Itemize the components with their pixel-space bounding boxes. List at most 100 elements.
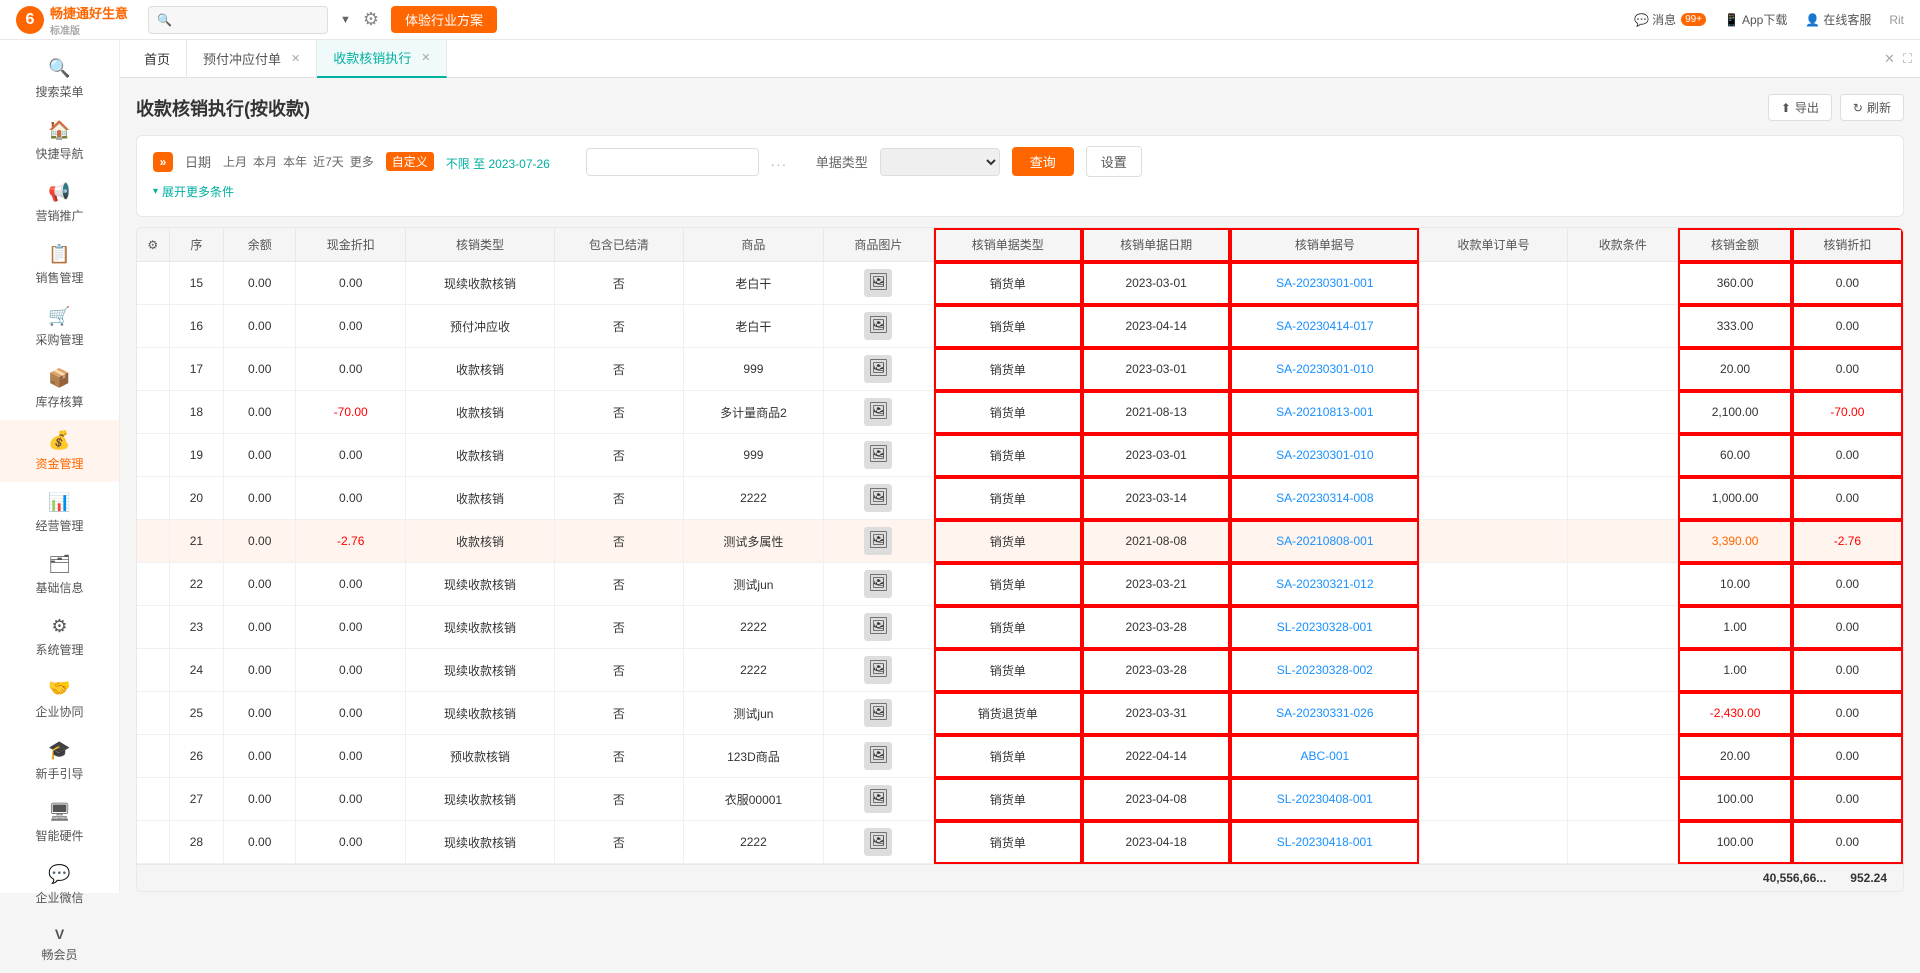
tab-home-label: 首页 [144, 49, 170, 68]
sidebar-item-operation[interactable]: 📊 经营管理 [0, 482, 119, 544]
bill-type-select[interactable] [880, 148, 1000, 176]
app-logo: 6 畅捷通好生意 标准版 [16, 3, 136, 37]
sidebar-item-hardware[interactable]: 🖥 智能硬件 [0, 792, 119, 854]
goods-image: 🖼 [864, 312, 892, 340]
goods-image: 🖼 [864, 828, 892, 856]
close-all-icon[interactable]: ✕ [1884, 51, 1895, 67]
date-7days[interactable]: 近7天 [313, 153, 344, 170]
goods-image: 🖼 [864, 785, 892, 813]
bill-no-link[interactable]: SA-20230331-026 [1276, 706, 1373, 720]
bill-type-label: 单据类型 [816, 152, 868, 171]
online-service-label: 在线客服 [1823, 11, 1871, 28]
tab-prepay-label: 预付冲应付单 [203, 49, 281, 68]
sidebar-item-system[interactable]: ⚙ 系统管理 [0, 606, 119, 668]
sidebar-item-member[interactable]: V 畅会员 [0, 916, 119, 973]
tab-prepay[interactable]: 预付冲应付单 ✕ [187, 40, 317, 78]
sidebar-label: 搜索菜单 [35, 83, 83, 100]
sidebar-item-inventory[interactable]: 📦 库存核算 [0, 358, 119, 420]
guide-icon: 🎓 [48, 740, 70, 761]
date-range-row: 不限 至 2023-07-26 [446, 155, 550, 172]
th-included-settled: 包含已结清 [554, 228, 683, 262]
date-last-month[interactable]: 上月 [223, 153, 247, 170]
date-custom[interactable]: 自定义 [386, 152, 434, 171]
megaphone-icon: 📢 [48, 182, 70, 203]
sidebar-label: 采购管理 [35, 331, 83, 348]
gear-icon[interactable]: ⚙ [363, 9, 379, 30]
goods-image: 🖼 [864, 742, 892, 770]
table-row: 260.000.00预收款核销否123D商品🖼销货单2022-04-14ABC-… [137, 735, 1903, 778]
tab-bar-right: ✕ ⛶ [1884, 51, 1912, 67]
goods-image: 🖼 [864, 441, 892, 469]
bill-no-link[interactable]: SA-20230301-010 [1276, 448, 1373, 462]
sidebar-label: 系统管理 [35, 641, 83, 658]
bill-no-link[interactable]: SL-20230408-001 [1277, 792, 1373, 806]
top-search[interactable]: 🔍 [148, 6, 328, 34]
logo-icon: 6 [16, 6, 44, 34]
cart-icon: 🛒 [48, 306, 70, 327]
date-range: 不限 至 2023-07-26 [446, 157, 550, 171]
tab-receipt[interactable]: 收款核销执行 ✕ [317, 40, 447, 78]
sidebar-label: 基础信息 [35, 579, 83, 596]
sidebar-label: 智能硬件 [35, 827, 83, 844]
table-row: 160.000.00预付冲应收否老白干🖼销货单2023-04-14SA-2023… [137, 305, 1903, 348]
date-more[interactable]: 更多 [350, 153, 374, 170]
solution-button[interactable]: 体验行业方案 [391, 6, 497, 33]
expand-more-btn[interactable]: ▾ 展开更多条件 [153, 183, 1887, 200]
expand-icon[interactable]: ⛶ [1903, 51, 1912, 67]
sidebar-item-quicknav[interactable]: 🏠 快捷导航 [0, 110, 119, 172]
page-content: 收款核销执行(按收款) ⬆ 导出 ↻ 刷新 » 日期 [120, 78, 1920, 893]
export-button[interactable]: ⬆ 导出 [1768, 94, 1832, 121]
tab-receipt-close[interactable]: ✕ [421, 51, 430, 64]
goods-image: 🖼 [864, 355, 892, 383]
refresh-icon: ↻ [1853, 101, 1863, 115]
date-this-year[interactable]: 本年 [283, 153, 307, 170]
bill-no-link[interactable]: SA-20210813-001 [1276, 405, 1373, 419]
tab-prepay-close[interactable]: ✕ [291, 52, 300, 65]
bill-no-link[interactable]: SA-20230414-017 [1276, 319, 1373, 333]
bill-no-link[interactable]: ABC-001 [1300, 749, 1349, 763]
chart-icon: 📊 [48, 492, 70, 513]
bill-no-link[interactable]: SA-20210808-001 [1276, 534, 1373, 548]
sidebar-item-enterprise[interactable]: 🤝 企业协同 [0, 668, 119, 730]
page-title: 收款核销执行(按收款) [136, 95, 310, 121]
sidebar-item-basic[interactable]: 🗂 基础信息 [0, 544, 119, 606]
source-input[interactable] [586, 148, 759, 176]
page-actions: ⬆ 导出 ↻ 刷新 [1768, 94, 1904, 121]
sidebar-item-sales[interactable]: 📋 销售管理 [0, 234, 119, 296]
bill-no-link[interactable]: SA-20230314-008 [1276, 491, 1373, 505]
sidebar-item-guide[interactable]: 🎓 新手引导 [0, 730, 119, 792]
goods-image: 🖼 [864, 613, 892, 641]
sidebar-item-finance[interactable]: 💰 资金管理 [0, 420, 119, 482]
sidebar-item-search[interactable]: 🔍 搜索菜单 [0, 48, 119, 110]
bill-no-link[interactable]: SA-20230321-012 [1276, 577, 1373, 591]
online-service-btn[interactable]: 👤 在线客服 [1805, 11, 1871, 28]
wechat-icon: 💬 [48, 864, 70, 885]
filter-arrow-btn[interactable]: » [153, 152, 173, 172]
sidebar-item-purchase[interactable]: 🛒 采购管理 [0, 296, 119, 358]
dropdown-toggle[interactable]: ▼ [340, 14, 351, 26]
query-button[interactable]: 查询 [1012, 147, 1074, 176]
sidebar-item-marketing[interactable]: 📢 营销推广 [0, 172, 119, 234]
bill-no-link[interactable]: SL-20230328-001 [1277, 620, 1373, 634]
sidebar-item-wechat[interactable]: 💬 企业微信 [0, 854, 119, 916]
tab-home[interactable]: 首页 [128, 40, 187, 78]
footer-verify-discount: 952.24 [1850, 871, 1887, 885]
main-layout: 🔍 搜索菜单 🏠 快捷导航 📢 营销推广 📋 销售管理 🛒 采购管理 📦 库存核… [0, 40, 1920, 893]
table-footer: 40,556,66... 952.24 [137, 864, 1903, 891]
bill-no-link[interactable]: SA-20230301-010 [1276, 362, 1373, 376]
bill-no-link[interactable]: SL-20230418-001 [1277, 835, 1373, 849]
filter-dots: ... [771, 154, 788, 169]
notifications-btn[interactable]: 💬 消息 99+ [1634, 11, 1706, 28]
bill-no-link[interactable]: SA-20230301-001 [1276, 276, 1373, 290]
folder-icon: 🗂 [48, 554, 71, 575]
goods-image: 🖼 [864, 656, 892, 684]
app-download-btn[interactable]: 📱 App下载 [1724, 11, 1787, 28]
sidebar-label: 库存核算 [35, 393, 83, 410]
user-label[interactable]: Rit [1889, 13, 1904, 27]
th-gear[interactable]: ⚙ [137, 228, 169, 262]
settings-button[interactable]: 设置 [1086, 146, 1142, 177]
notifications-badge: 99+ [1681, 13, 1706, 26]
bill-no-link[interactable]: SL-20230328-002 [1277, 663, 1373, 677]
refresh-button[interactable]: ↻ 刷新 [1840, 94, 1904, 121]
date-this-month[interactable]: 本月 [253, 153, 277, 170]
